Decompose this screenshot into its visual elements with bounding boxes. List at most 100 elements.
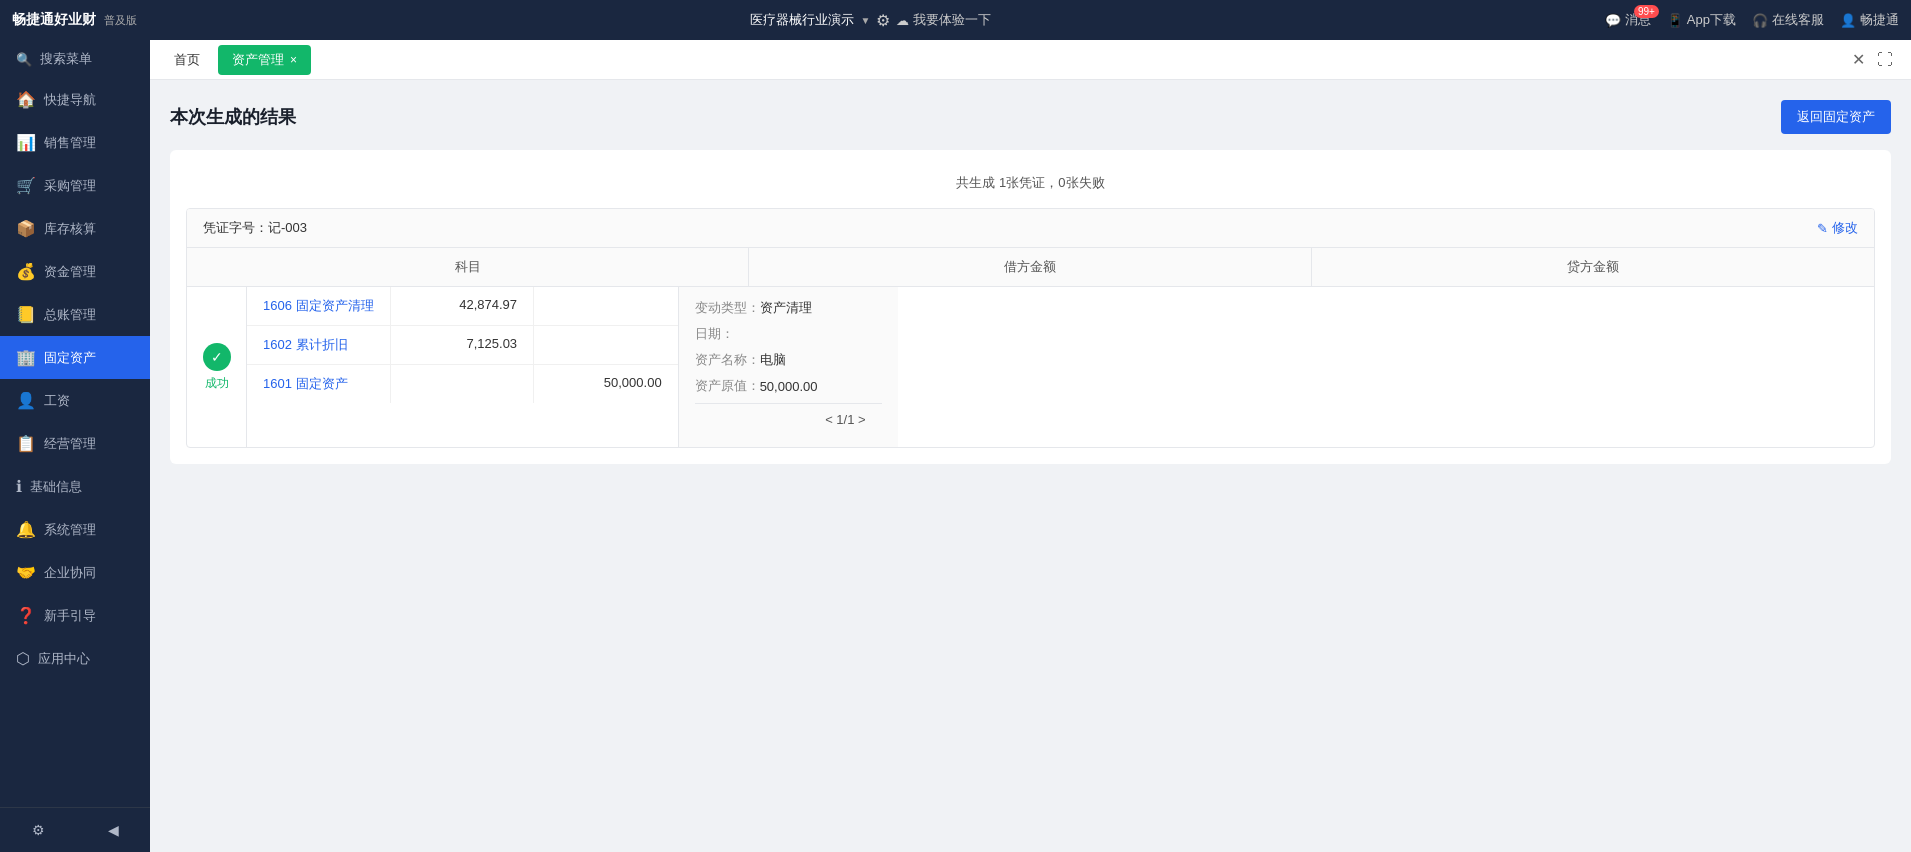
user-info[interactable]: 👤 畅捷通 bbox=[1840, 11, 1899, 29]
notification-button[interactable]: 💬 消息 99+ bbox=[1605, 11, 1651, 29]
sidebar-item-label: 应用中心 bbox=[38, 650, 90, 668]
summary-row: 共生成 1张凭证，0张失败 bbox=[186, 166, 1875, 208]
col-header-subject: 科目 bbox=[187, 248, 749, 286]
sidebar-item-label: 基础信息 bbox=[30, 478, 82, 496]
logo-area: 畅捷通好业财 普及版 bbox=[12, 11, 137, 29]
voucher-header: 凭证字号：记-003 ✎ 修改 bbox=[187, 209, 1874, 248]
sidebar-item-label: 库存核算 bbox=[44, 220, 96, 238]
sidebar-item-basic-info[interactable]: ℹ 基础信息 bbox=[0, 465, 150, 508]
success-indicator: ✓ 成功 bbox=[187, 287, 247, 447]
sidebar-item-coop[interactable]: 🤝 企业协同 bbox=[0, 551, 150, 594]
tab-bar: 首页 资产管理 × ✕ ⛶ bbox=[150, 40, 1911, 80]
row-2-debit: 7,125.03 bbox=[391, 326, 535, 364]
page-title: 本次生成的结果 bbox=[170, 105, 296, 129]
sidebar-item-ledger[interactable]: 📒 总账管理 bbox=[0, 293, 150, 336]
asset-name-row: 资产名称： 电脑 bbox=[695, 351, 882, 369]
expand-panel-button[interactable]: ⛶ bbox=[1871, 49, 1899, 71]
company-dropdown-icon[interactable]: ▼ bbox=[860, 15, 870, 26]
inventory-icon: 📦 bbox=[16, 219, 36, 238]
sidebar-item-fixed-asset[interactable]: 🏢 固定资产 bbox=[0, 336, 150, 379]
row-2-subject: 1602 累计折旧 bbox=[247, 326, 391, 364]
close-panel-button[interactable]: ✕ bbox=[1846, 48, 1871, 71]
tab-label: 资产管理 bbox=[232, 51, 284, 69]
online-service-button[interactable]: 🎧 在线客服 bbox=[1752, 11, 1824, 29]
purchase-icon: 🛒 bbox=[16, 176, 36, 195]
home-icon: 🏠 bbox=[16, 90, 36, 109]
search-icon: 🔍 bbox=[16, 52, 32, 67]
return-fixed-asset-button[interactable]: 返回固定资产 bbox=[1781, 100, 1891, 134]
change-type-label: 变动类型： bbox=[695, 299, 760, 317]
service-icon: 🎧 bbox=[1752, 13, 1768, 28]
sidebar: 🔍 搜索菜单 🏠 快捷导航 📊 销售管理 🛒 采购管理 📦 库存核算 💰 资金管… bbox=[0, 40, 150, 852]
header-center: 医疗器械行业演示 ▼ ⚙ ☁ 我要体验一下 bbox=[750, 11, 991, 30]
user-avatar-icon: 👤 bbox=[1840, 13, 1856, 28]
coop-icon: 🤝 bbox=[16, 563, 36, 582]
sidebar-item-label: 总账管理 bbox=[44, 306, 96, 324]
sidebar-collapse-button[interactable]: ◀ bbox=[98, 816, 129, 844]
fixed-asset-icon: 🏢 bbox=[16, 348, 36, 367]
date-row: 日期： bbox=[695, 325, 882, 343]
fund-icon: 💰 bbox=[16, 262, 36, 281]
app-download-button[interactable]: 📱 App下载 bbox=[1667, 11, 1736, 29]
logo-text: 畅捷通好业财 bbox=[12, 11, 96, 29]
content-area: 首页 资产管理 × ✕ ⛶ 本次生成的结果 返回固定资产 共生成 1张凭证，0张… bbox=[150, 40, 1911, 852]
asset-name-value: 电脑 bbox=[760, 351, 786, 369]
row-1-debit: 42,874.97 bbox=[391, 287, 535, 325]
sidebar-settings-button[interactable]: ⚙ bbox=[22, 816, 55, 844]
notification-badge: 99+ bbox=[1634, 5, 1659, 18]
sidebar-item-label: 采购管理 bbox=[44, 177, 96, 195]
payroll-icon: 👤 bbox=[16, 391, 36, 410]
experience-button[interactable]: ☁ 我要体验一下 bbox=[896, 11, 991, 29]
edit-icon: ✎ bbox=[1817, 221, 1828, 236]
sidebar-item-search[interactable]: 🔍 搜索菜单 bbox=[0, 40, 150, 78]
main-layout: 🔍 搜索菜单 🏠 快捷导航 📊 销售管理 🛒 采购管理 📦 库存核算 💰 资金管… bbox=[0, 40, 1911, 852]
sidebar-item-label: 企业协同 bbox=[44, 564, 96, 582]
row-1-subject: 1606 固定资产清理 bbox=[247, 287, 391, 325]
sidebar-item-label: 经营管理 bbox=[44, 435, 96, 453]
row-3-debit bbox=[391, 365, 535, 403]
edition-label: 普及版 bbox=[104, 13, 137, 28]
sidebar-item-quick-nav[interactable]: 🏠 快捷导航 bbox=[0, 78, 150, 121]
settings-icon-button[interactable]: ⚙ bbox=[876, 11, 890, 30]
voucher-section: 凭证字号：记-003 ✎ 修改 科目 借方金额 贷方金额 bbox=[186, 208, 1875, 448]
voucher-body: ✓ 成功 1606 固定资产清理 42,874.97 160 bbox=[187, 287, 1874, 447]
pagination-prev[interactable]: < bbox=[825, 412, 833, 427]
page-content: 本次生成的结果 返回固定资产 共生成 1张凭证，0张失败 凭证字号：记-003 … bbox=[150, 80, 1911, 852]
sidebar-item-business[interactable]: 📋 经营管理 bbox=[0, 422, 150, 465]
business-icon: 📋 bbox=[16, 434, 36, 453]
voucher-number: 凭证字号：记-003 bbox=[203, 219, 307, 237]
tab-home[interactable]: 首页 bbox=[162, 51, 212, 69]
sidebar-item-system[interactable]: 🔔 系统管理 bbox=[0, 508, 150, 551]
sidebar-item-purchase[interactable]: 🛒 采购管理 bbox=[0, 164, 150, 207]
change-type-row: 变动类型： 资产清理 bbox=[695, 299, 882, 317]
table-row: 1606 固定资产清理 42,874.97 bbox=[247, 287, 678, 326]
edit-voucher-button[interactable]: ✎ 修改 bbox=[1817, 219, 1858, 237]
pagination-next[interactable]: > bbox=[858, 412, 866, 427]
asset-name-label: 资产名称： bbox=[695, 351, 760, 369]
system-icon: 🔔 bbox=[16, 520, 36, 539]
sidebar-item-app-center[interactable]: ⬡ 应用中心 bbox=[0, 637, 150, 680]
app-download-label: App下载 bbox=[1687, 11, 1736, 29]
result-panel: 共生成 1张凭证，0张失败 凭证字号：记-003 ✎ 修改 科目 bbox=[170, 150, 1891, 464]
sidebar-item-guide[interactable]: ❓ 新手引导 bbox=[0, 594, 150, 637]
sidebar-item-inventory[interactable]: 📦 库存核算 bbox=[0, 207, 150, 250]
app-center-icon: ⬡ bbox=[16, 649, 30, 668]
edit-label: 修改 bbox=[1832, 219, 1858, 237]
sidebar-item-sales[interactable]: 📊 销售管理 bbox=[0, 121, 150, 164]
sidebar-item-fund[interactable]: 💰 资金管理 bbox=[0, 250, 150, 293]
sidebar-item-label: 销售管理 bbox=[44, 134, 96, 152]
success-text: 成功 bbox=[205, 375, 229, 392]
guide-icon: ❓ bbox=[16, 606, 36, 625]
sidebar-item-payroll[interactable]: 👤 工资 bbox=[0, 379, 150, 422]
tab-close-icon[interactable]: × bbox=[290, 53, 297, 67]
summary-text: 共生成 1张凭证，0张失败 bbox=[956, 175, 1104, 190]
data-rows: 1606 固定资产清理 42,874.97 1602 累计折旧 7,125.03 bbox=[247, 287, 678, 447]
tab-asset-management[interactable]: 资产管理 × bbox=[218, 45, 311, 75]
row-2-credit bbox=[534, 326, 678, 364]
header-right: 💬 消息 99+ 📱 App下载 🎧 在线客服 👤 畅捷通 bbox=[1605, 11, 1899, 29]
change-type-value: 资产清理 bbox=[760, 299, 812, 317]
sidebar-item-label: 系统管理 bbox=[44, 521, 96, 539]
sales-icon: 📊 bbox=[16, 133, 36, 152]
sidebar-item-label: 新手引导 bbox=[44, 607, 96, 625]
sidebar-item-label: 工资 bbox=[44, 392, 70, 410]
